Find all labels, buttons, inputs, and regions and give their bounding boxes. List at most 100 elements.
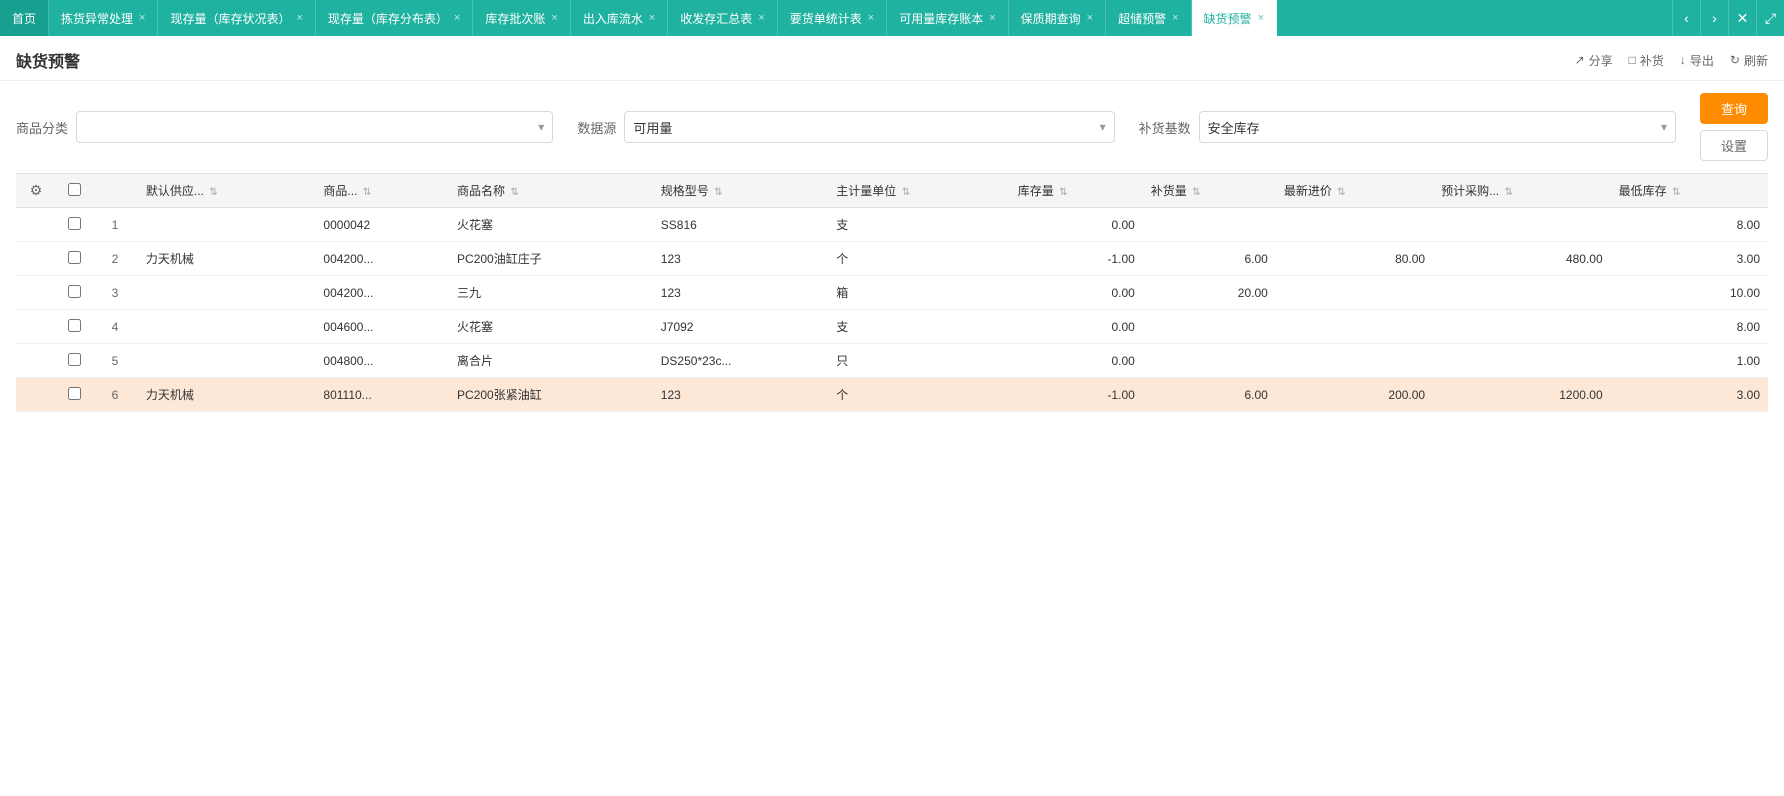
share-btn[interactable]: ↗ 分享 — [1575, 52, 1613, 69]
data-table: ⚙ 默认供应... ⇅ 商品... ⇅ 商品名称 — [16, 173, 1768, 412]
col-unit-header[interactable]: 主计量单位 ⇅ — [828, 174, 1010, 208]
row-checkbox[interactable] — [68, 217, 81, 230]
row-est-purchase — [1433, 310, 1611, 344]
row-stock: -1.00 — [1010, 378, 1143, 412]
tab-close-overstock[interactable]: × — [1172, 12, 1178, 24]
tab-collect-summary[interactable]: 收发存汇总表 × — [668, 0, 777, 36]
row-product-name: 三九 — [449, 276, 653, 310]
row-supplier — [138, 310, 316, 344]
tab-close-exception[interactable]: × — [139, 12, 145, 24]
refresh-btn[interactable]: ↻ 刷新 — [1730, 52, 1768, 69]
col-checkbox-header — [56, 174, 92, 208]
row-est-purchase — [1433, 276, 1611, 310]
col-product-code-header[interactable]: 商品... ⇅ — [315, 174, 449, 208]
tab-label-home: 首页 — [12, 10, 36, 27]
settings-button[interactable]: 设置 — [1700, 130, 1768, 161]
row-est-purchase: 480.00 — [1433, 242, 1611, 276]
row-checkbox[interactable] — [68, 285, 81, 298]
row-checkbox-cell — [56, 344, 92, 378]
table-container: ⚙ 默认供应... ⇅ 商品... ⇅ 商品名称 — [0, 173, 1784, 412]
tab-expiry-query[interactable]: 保质期查询× — [1009, 0, 1106, 36]
select-all-checkbox[interactable] — [68, 183, 81, 196]
row-spec: 123 — [653, 276, 828, 310]
row-supplier — [138, 208, 316, 242]
tab-close-collect-summary[interactable]: × — [758, 12, 764, 24]
tab-exception[interactable]: 拣货异常处理 × — [49, 0, 158, 36]
tab-demand-stat[interactable]: 要货单统计表× — [778, 0, 887, 36]
row-latest-price — [1276, 208, 1433, 242]
tab-batch-ledger[interactable]: 库存批次账 × — [473, 0, 570, 36]
col-product-name-header[interactable]: 商品名称 ⇅ — [449, 174, 653, 208]
row-checkbox-cell — [56, 276, 92, 310]
datasource-select[interactable]: 可用量 ▾ — [624, 111, 1114, 143]
tab-inventory-dist[interactable]: 现存量（库存分布表）× — [316, 0, 473, 36]
tab-inventory-status[interactable]: 现存量（库存状况表）× — [158, 0, 315, 36]
row-index: 2 — [92, 242, 138, 276]
row-spec: DS250*23c... — [653, 344, 828, 378]
tab-close-available-ledger[interactable]: × — [989, 12, 995, 24]
row-spec: 123 — [653, 378, 828, 412]
tab-close-expiry-query[interactable]: × — [1087, 12, 1093, 24]
col-stock-header[interactable]: 库存量 ⇅ — [1010, 174, 1143, 208]
tab-label-available-ledger: 可用量库存账本 — [899, 10, 983, 27]
tab-home[interactable]: 首页 — [0, 0, 49, 36]
row-latest-price — [1276, 344, 1433, 378]
replenish-btn[interactable]: □ 补货 — [1629, 52, 1664, 69]
tab-label-shortage: 缺货预警 — [1204, 10, 1252, 27]
col-supplier-header[interactable]: 默认供应... ⇅ — [138, 174, 316, 208]
gear-icon[interactable]: ⚙ — [30, 182, 43, 198]
row-est-purchase — [1433, 208, 1611, 242]
row-product-name: 离合片 — [449, 344, 653, 378]
row-spec: J7092 — [653, 310, 828, 344]
replenish-base-arrow-icon: ▾ — [1661, 120, 1667, 134]
col-min-stock-header[interactable]: 最低库存 ⇅ — [1611, 174, 1768, 208]
col-latest-price-header[interactable]: 最新进价 ⇅ — [1276, 174, 1433, 208]
tab-overstock[interactable]: 超储预警 × — [1106, 0, 1191, 36]
category-select[interactable]: ▾ — [76, 111, 553, 143]
replenish-base-filter-group: 补货基数 安全库存 ▾ — [1139, 111, 1676, 143]
col-replenish-qty-header[interactable]: 补货量 ⇅ — [1143, 174, 1276, 208]
stock-sort-icon: ⇅ — [1059, 187, 1067, 198]
row-checkbox[interactable] — [68, 251, 81, 264]
tab-close-inventory-dist[interactable]: × — [454, 12, 460, 24]
tab-next-btn[interactable]: › — [1700, 0, 1728, 36]
tab-close-inventory-status[interactable]: × — [296, 12, 302, 24]
row-settings-cell — [16, 310, 56, 344]
tab-label-overstock: 超储预警 — [1118, 10, 1166, 27]
row-settings-cell — [16, 242, 56, 276]
tab-close-shortage[interactable]: × — [1258, 12, 1264, 24]
row-checkbox-cell — [56, 242, 92, 276]
main-content: 缺货预警 ↗ 分享 □ 补货 ↓ 导出 ↻ 刷新 商品分类 — [0, 36, 1784, 796]
table-row: 3 004200... 三九 123 箱 0.00 20.00 10.00 — [16, 276, 1768, 310]
tab-label-batch-ledger: 库存批次账 — [485, 10, 545, 27]
tab-shortage[interactable]: 缺货预警 × — [1192, 0, 1277, 36]
product-name-sort-icon: ⇅ — [510, 187, 518, 198]
row-checkbox[interactable] — [68, 387, 81, 400]
min-stock-sort-icon: ⇅ — [1672, 187, 1680, 198]
replenish-base-select[interactable]: 安全库存 ▾ — [1199, 111, 1676, 143]
tab-label-collect-summary: 收发存汇总表 — [680, 10, 752, 27]
category-filter-group: 商品分类 ▾ — [16, 111, 553, 143]
query-button[interactable]: 查询 — [1700, 93, 1768, 124]
row-min-stock: 3.00 — [1611, 242, 1768, 276]
row-checkbox[interactable] — [68, 319, 81, 332]
tab-label-exception: 拣货异常处理 — [61, 10, 133, 27]
tab-close-batch-ledger[interactable]: × — [551, 12, 557, 24]
unit-sort-icon: ⇅ — [902, 187, 910, 198]
col-est-purchase-header[interactable]: 预计采购... ⇅ — [1433, 174, 1611, 208]
row-product-code: 801110... — [315, 378, 449, 412]
row-replenish-qty — [1143, 310, 1276, 344]
tab-inout-flow[interactable]: 出入库流水× — [571, 0, 668, 36]
col-spec-header[interactable]: 规格型号 ⇅ — [653, 174, 828, 208]
row-stock: 0.00 — [1010, 208, 1143, 242]
tab-available-ledger[interactable]: 可用量库存账本 × — [887, 0, 1008, 36]
tab-close-demand-stat[interactable]: × — [868, 12, 874, 24]
export-btn[interactable]: ↓ 导出 — [1680, 52, 1714, 69]
tab-close-inout-flow[interactable]: × — [649, 12, 655, 24]
tab-prev-btn[interactable]: ‹ — [1672, 0, 1700, 36]
row-checkbox[interactable] — [68, 353, 81, 366]
row-supplier — [138, 344, 316, 378]
tab-maximize-btn[interactable]: ⤢ — [1756, 0, 1784, 36]
row-checkbox-cell — [56, 310, 92, 344]
tab-close-btn[interactable]: ✕ — [1728, 0, 1756, 36]
